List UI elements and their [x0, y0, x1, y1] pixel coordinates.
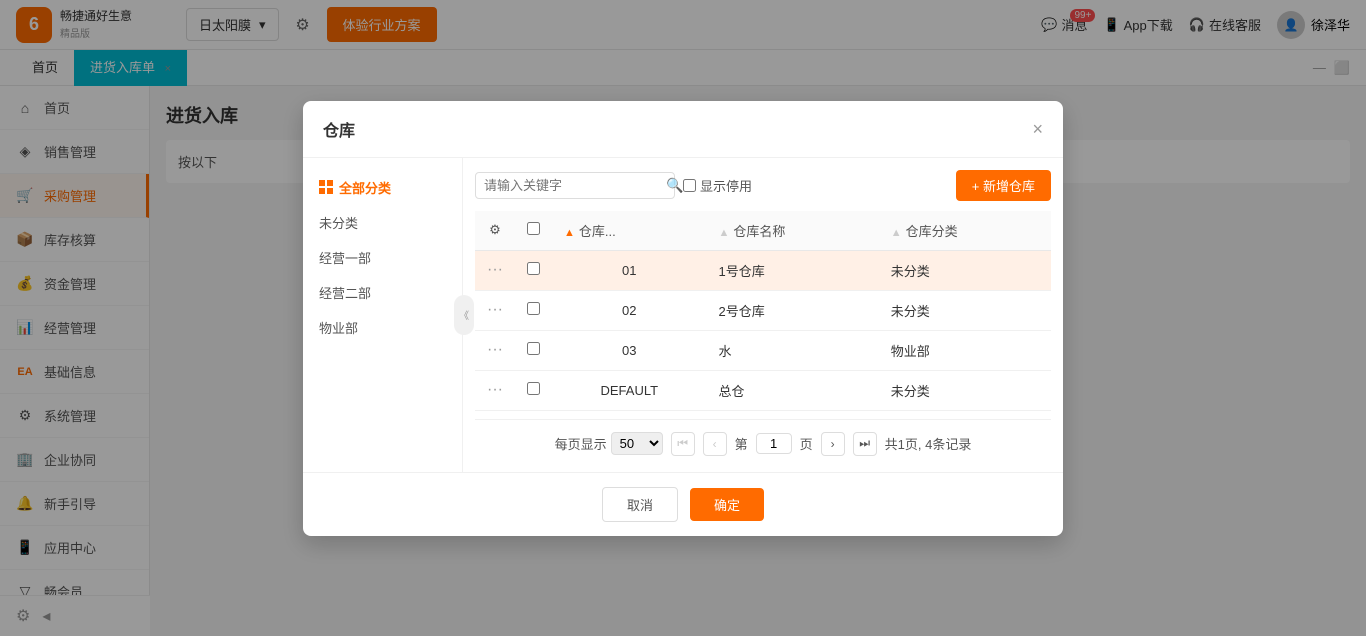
- all-categories-label: 全部分类: [339, 178, 391, 197]
- category-item-3[interactable]: 物业部: [303, 310, 462, 345]
- page-number-input[interactable]: [756, 433, 792, 454]
- row-name-4: 总仓: [707, 370, 879, 410]
- dots-icon-3[interactable]: ···: [487, 341, 503, 358]
- confirm-button[interactable]: 确定: [690, 488, 764, 521]
- row-num-1: 01: [552, 250, 707, 290]
- page-size-dropdown[interactable]: 50 100 200: [611, 432, 663, 455]
- row-cat-1: 未分类: [879, 250, 1051, 290]
- grid-icon: [319, 180, 333, 194]
- row-cat-2: 未分类: [879, 290, 1051, 330]
- category-collapse-button[interactable]: 《: [454, 295, 474, 335]
- col-code: ▲仓库...: [552, 211, 707, 251]
- col-settings: ⚙: [475, 211, 515, 251]
- row-check-2: [515, 290, 552, 330]
- category-item-1[interactable]: 经营一部: [303, 240, 462, 275]
- table-area: 🔍 显示停用 + 新增仓库 ⚙ ▲仓库... ▲仓库名称: [463, 158, 1063, 472]
- cancel-button[interactable]: 取消: [602, 487, 678, 522]
- pagination: 每页显示 50 100 200 ⏮ ‹ 第 页 › ⏭ 共1页, 4条记录: [475, 419, 1051, 460]
- warehouse-modal: 仓库 × 全部分类 未分类 经营一部 经营二部 物业部: [303, 101, 1063, 536]
- row-checkbox-1[interactable]: [527, 262, 540, 275]
- table-row[interactable]: ··· 01 1号仓库 未分类: [475, 250, 1051, 290]
- row-num-2: 02: [552, 290, 707, 330]
- modal-close-button[interactable]: ×: [1032, 120, 1043, 138]
- row-checkbox-2[interactable]: [527, 302, 540, 315]
- first-page-button[interactable]: ⏮: [671, 432, 695, 456]
- show-disabled-checkbox[interactable]: [683, 179, 696, 192]
- modal-footer: 取消 确定: [303, 472, 1063, 536]
- row-settings-4: ···: [475, 370, 515, 410]
- table-toolbar: 🔍 显示停用 + 新增仓库: [475, 170, 1051, 201]
- search-wrap: 🔍: [475, 172, 675, 199]
- category-sidebar: 全部分类 未分类 经营一部 经营二部 物业部 《: [303, 158, 463, 472]
- row-checkbox-4[interactable]: [527, 382, 540, 395]
- table-row[interactable]: ··· 03 水 物业部: [475, 330, 1051, 370]
- row-name-3: 水: [707, 330, 879, 370]
- category-item-0[interactable]: 未分类: [303, 205, 462, 240]
- modal-header: 仓库 ×: [303, 101, 1063, 158]
- row-settings-3: ···: [475, 330, 515, 370]
- page-label: 页: [800, 434, 813, 453]
- row-settings-2: ···: [475, 290, 515, 330]
- row-check-1: [515, 250, 552, 290]
- row-check-4: [515, 370, 552, 410]
- table-row[interactable]: ··· DEFAULT 总仓 未分类: [475, 370, 1051, 410]
- category-item-2[interactable]: 经营二部: [303, 275, 462, 310]
- search-icon: 🔍: [666, 177, 683, 194]
- search-input[interactable]: [484, 178, 660, 193]
- row-check-3: [515, 330, 552, 370]
- row-num-3: 03: [552, 330, 707, 370]
- modal-title: 仓库: [323, 117, 355, 141]
- all-categories-header[interactable]: 全部分类: [303, 170, 462, 205]
- col-name: ▲仓库名称: [707, 211, 879, 251]
- row-cat-4: 未分类: [879, 370, 1051, 410]
- row-name-2: 2号仓库: [707, 290, 879, 330]
- next-page-button[interactable]: ›: [821, 432, 845, 456]
- row-settings-1: ···: [475, 250, 515, 290]
- dots-icon-1[interactable]: ···: [487, 261, 503, 278]
- show-disabled-text: 显示停用: [700, 176, 752, 195]
- table-row[interactable]: ··· 02 2号仓库 未分类: [475, 290, 1051, 330]
- row-checkbox-3[interactable]: [527, 342, 540, 355]
- row-num-4: DEFAULT: [552, 370, 707, 410]
- show-disabled-label[interactable]: 显示停用: [683, 176, 752, 195]
- last-page-button[interactable]: ⏭: [853, 432, 877, 456]
- prev-page-button[interactable]: ‹: [703, 432, 727, 456]
- total-info: 共1页, 4条记录: [885, 434, 972, 453]
- col-checkbox: [515, 211, 552, 251]
- row-name-1: 1号仓库: [707, 250, 879, 290]
- dots-icon-2[interactable]: ···: [487, 301, 503, 318]
- dots-icon-4[interactable]: ···: [487, 381, 503, 398]
- add-warehouse-button[interactable]: + 新增仓库: [956, 170, 1051, 201]
- table-header-row: ⚙ ▲仓库... ▲仓库名称 ▲仓库分类: [475, 211, 1051, 251]
- warehouse-table: ⚙ ▲仓库... ▲仓库名称 ▲仓库分类 ··· 01 1号仓库: [475, 211, 1051, 411]
- page-num-prefix: 第: [735, 434, 748, 453]
- page-size-label: 每页显示: [555, 434, 607, 453]
- col-category: ▲仓库分类: [879, 211, 1051, 251]
- modal-overlay: 仓库 × 全部分类 未分类 经营一部 经营二部 物业部: [0, 0, 1366, 636]
- row-cat-3: 物业部: [879, 330, 1051, 370]
- select-all-checkbox[interactable]: [527, 222, 540, 235]
- modal-body: 全部分类 未分类 经营一部 经营二部 物业部 《 🔍 显示停用: [303, 158, 1063, 472]
- page-size-select: 每页显示 50 100 200: [555, 432, 663, 455]
